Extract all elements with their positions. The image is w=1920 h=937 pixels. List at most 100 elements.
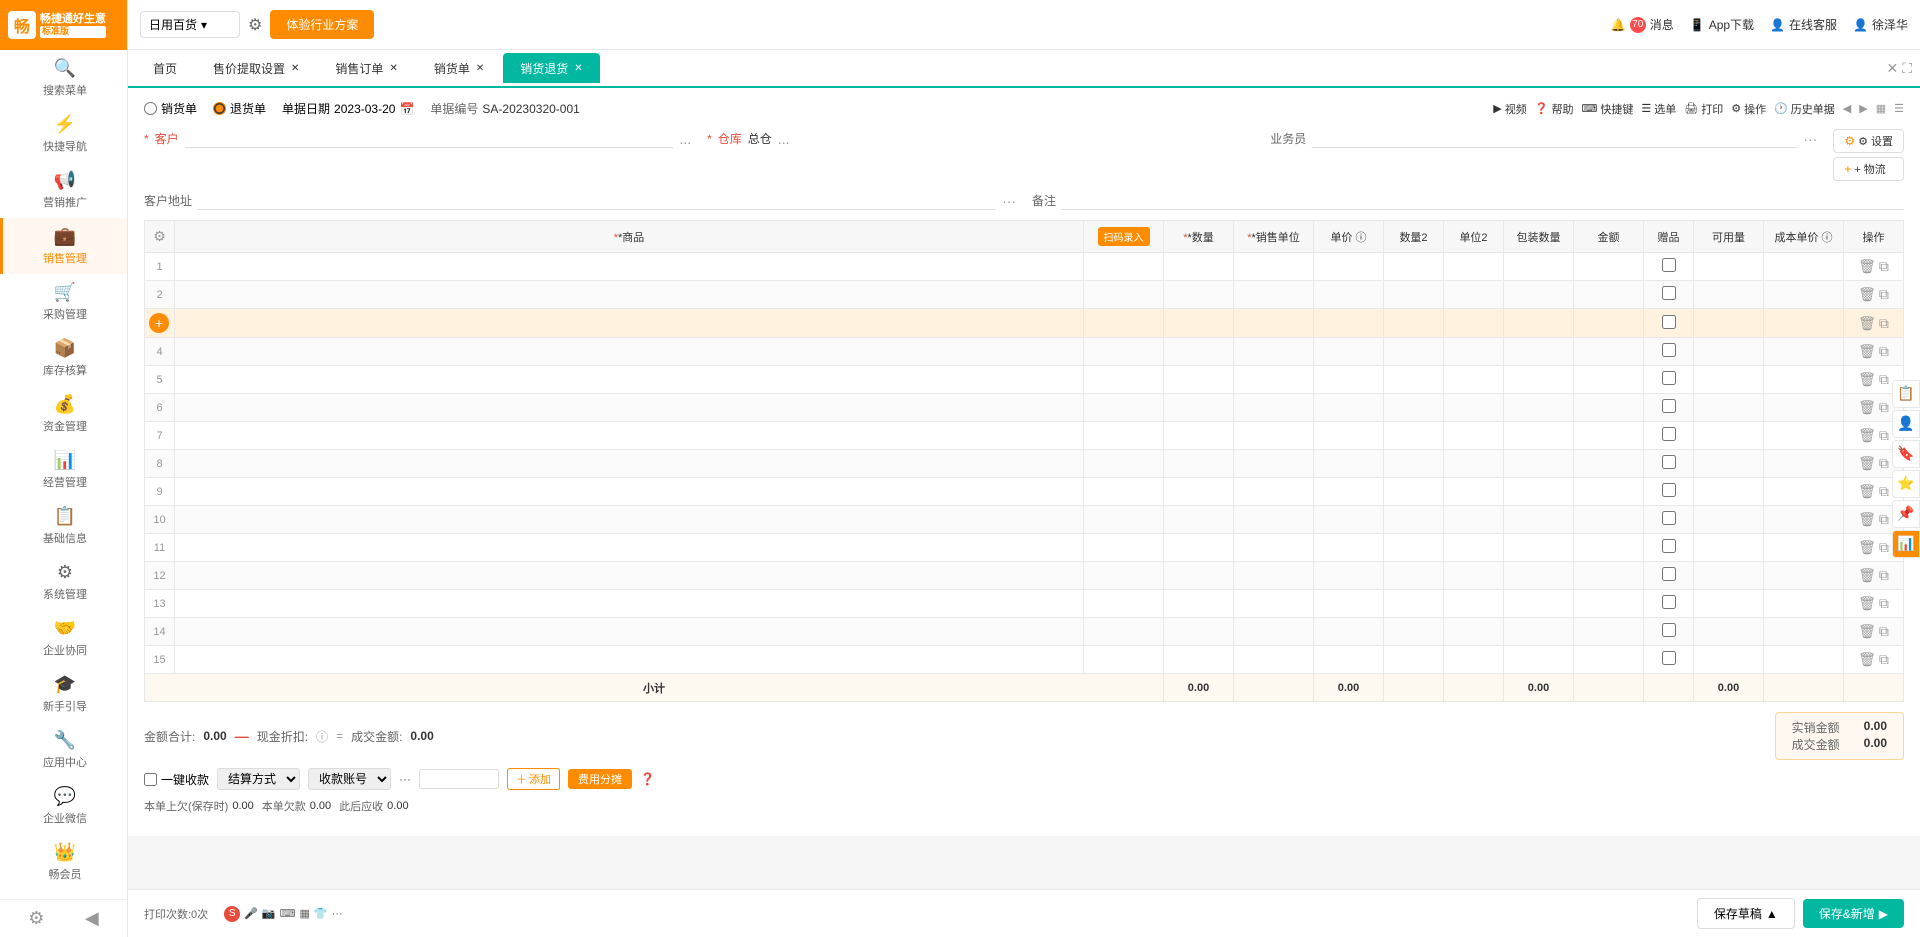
available-cell-15[interactable] (1694, 646, 1764, 674)
product-cell-11[interactable] (175, 534, 1084, 562)
gift-cell-12[interactable] (1644, 562, 1694, 590)
print-btn[interactable]: 🖨 打印 (1684, 101, 1723, 117)
product-cell-4[interactable] (175, 338, 1084, 366)
customer-more-icon[interactable]: ... (679, 131, 691, 147)
product-cell-13[interactable] (175, 590, 1084, 618)
copy-btn-2[interactable]: ⧉ (1879, 286, 1889, 303)
unit-cell-6[interactable] (1234, 394, 1314, 422)
amount-cell-10[interactable] (1574, 506, 1644, 534)
gift-checkbox-3[interactable] (1662, 315, 1676, 329)
tab-close-price[interactable]: ✕ (291, 63, 299, 74)
qty2-cell-11[interactable] (1384, 534, 1444, 562)
available-cell-4[interactable] (1694, 338, 1764, 366)
price-cell-3[interactable] (1314, 309, 1384, 338)
qty2-cell-7[interactable] (1384, 422, 1444, 450)
onepay-checkbox[interactable]: 一键收款 (144, 771, 209, 788)
price-cell-2[interactable] (1314, 281, 1384, 309)
copy-btn-11[interactable]: ⧉ (1879, 539, 1889, 556)
gift-cell-6[interactable] (1644, 394, 1694, 422)
cost-cell-8[interactable] (1764, 450, 1844, 478)
category-select[interactable]: 日用百货 ▾ (140, 11, 240, 38)
pack-cell-11[interactable] (1504, 534, 1574, 562)
product-cell-1[interactable] (175, 253, 1084, 281)
unit-cell-9[interactable] (1234, 478, 1314, 506)
cost-cell-6[interactable] (1764, 394, 1844, 422)
sidebar-item-basic[interactable]: 📋 基础信息 (0, 498, 127, 554)
gift-checkbox-14[interactable] (1662, 623, 1676, 637)
price-cell-11[interactable] (1314, 534, 1384, 562)
pack-cell-7[interactable] (1504, 422, 1574, 450)
col-settings-icon[interactable]: ⚙ (153, 228, 166, 244)
tab-close-order[interactable]: ✕ (389, 63, 397, 74)
product-cell-8[interactable] (175, 450, 1084, 478)
pack-cell-9[interactable] (1504, 478, 1574, 506)
amount-cell-1[interactable] (1574, 253, 1644, 281)
delete-btn-6[interactable]: 🗑 (1858, 399, 1876, 416)
gift-checkbox-4[interactable] (1662, 343, 1676, 357)
float-btn-5[interactable]: 📌 (1892, 500, 1920, 528)
sidebar-item-sales[interactable]: 💼 销售管理 (0, 218, 127, 274)
trial-button[interactable]: 体验行业方案 (270, 10, 374, 39)
delete-btn-15[interactable]: 🗑 (1858, 651, 1876, 668)
radio-return[interactable]: 退货单 (213, 100, 266, 117)
copy-btn-5[interactable]: ⧉ (1879, 371, 1889, 388)
gift-checkbox-5[interactable] (1662, 371, 1676, 385)
pack-cell-15[interactable] (1504, 646, 1574, 674)
settings-btn[interactable]: ⚙ ⚙ 设置 (1833, 129, 1904, 153)
gift-checkbox-2[interactable] (1662, 286, 1676, 300)
qty2-cell-6[interactable] (1384, 394, 1444, 422)
product-cell-9[interactable] (175, 478, 1084, 506)
amount-cell-7[interactable] (1574, 422, 1644, 450)
sidebar-item-appstore[interactable]: 🔧 应用中心 (0, 722, 127, 778)
gift-checkbox-6[interactable] (1662, 399, 1676, 413)
radio-sales[interactable]: 销货单 (144, 100, 197, 117)
keyboard-layout-icon[interactable]: ⌨ (280, 907, 296, 920)
topbar-settings-icon[interactable]: ⚙ (248, 15, 262, 35)
app-download-item[interactable]: 📱 App下载 (1690, 16, 1754, 33)
gift-checkbox-1[interactable] (1662, 258, 1676, 272)
gift-cell-7[interactable] (1644, 422, 1694, 450)
unit-cell-2[interactable] (1234, 281, 1314, 309)
delete-btn-12[interactable]: 🗑 (1858, 567, 1876, 584)
copy-btn-10[interactable]: ⧉ (1879, 511, 1889, 528)
tab-close-sales[interactable]: ✕ (476, 63, 484, 74)
qty-cell-10[interactable] (1164, 506, 1234, 534)
copy-btn-4[interactable]: ⧉ (1879, 343, 1889, 360)
address-more-icon[interactable]: ··· (1002, 193, 1016, 209)
list-view-icon[interactable]: ☰ (1894, 102, 1904, 115)
qty2-cell-15[interactable] (1384, 646, 1444, 674)
delete-btn-8[interactable]: 🗑 (1858, 455, 1876, 472)
add-btn[interactable]: ＋ 添加 (507, 768, 560, 790)
available-cell-6[interactable] (1694, 394, 1764, 422)
qty-cell-9[interactable] (1164, 478, 1234, 506)
pack-cell-4[interactable] (1504, 338, 1574, 366)
gift-cell-9[interactable] (1644, 478, 1694, 506)
delete-btn-14[interactable]: 🗑 (1858, 623, 1876, 640)
copy-btn-14[interactable]: ⧉ (1879, 623, 1889, 640)
tab-sales[interactable]: 销货单 ✕ (417, 53, 501, 83)
delete-btn-4[interactable]: 🗑 (1858, 343, 1876, 360)
salesperson-input[interactable] (1312, 129, 1797, 148)
available-cell-14[interactable] (1694, 618, 1764, 646)
operate-btn[interactable]: ⚙ 操作 (1731, 101, 1766, 117)
grid-icon[interactable]: ▦ (299, 907, 309, 920)
unit-cell-5[interactable] (1234, 366, 1314, 394)
qty2-cell-14[interactable] (1384, 618, 1444, 646)
gift-cell-15[interactable] (1644, 646, 1694, 674)
camera-icon[interactable]: 📷 (262, 907, 276, 920)
notification-item[interactable]: 🔔 70 消息 (1611, 16, 1674, 33)
scan-btn[interactable]: 扫码录入 (1098, 227, 1150, 246)
pack-cell-8[interactable] (1504, 450, 1574, 478)
product-cell-12[interactable] (175, 562, 1084, 590)
qty-cell-11[interactable] (1164, 534, 1234, 562)
pack-cell-10[interactable] (1504, 506, 1574, 534)
maximize-icon[interactable]: ⛶ (1902, 60, 1912, 77)
amount-cell-15[interactable] (1574, 646, 1644, 674)
qty2-cell-1[interactable] (1384, 253, 1444, 281)
mic-icon[interactable]: 🎤 (244, 907, 258, 920)
qty-cell-4[interactable] (1164, 338, 1234, 366)
qty-cell-7[interactable] (1164, 422, 1234, 450)
pack-cell-6[interactable] (1504, 394, 1574, 422)
gift-checkbox-15[interactable] (1662, 651, 1676, 665)
unit-cell-10[interactable] (1234, 506, 1314, 534)
